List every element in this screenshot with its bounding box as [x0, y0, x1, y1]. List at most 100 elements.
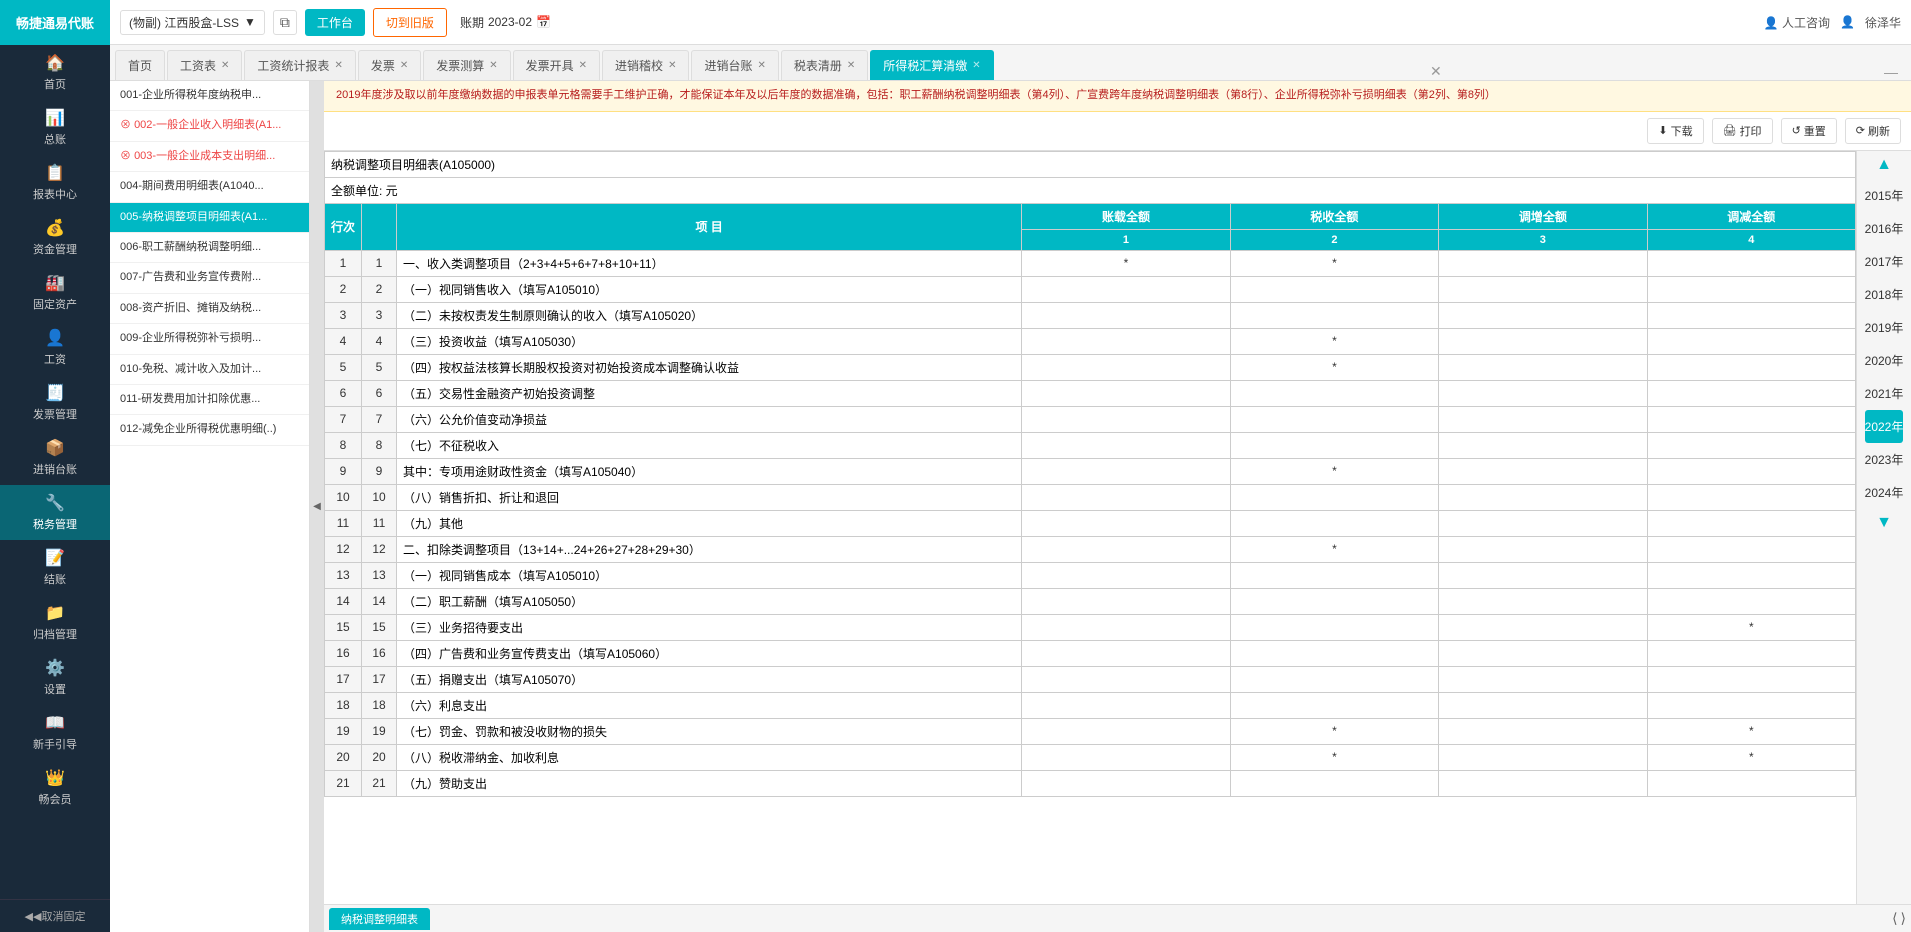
form-item-011[interactable]: 011-研发费用加计扣除优惠...: [110, 385, 309, 415]
value-cell-2[interactable]: [1230, 432, 1438, 458]
tab-close-icon[interactable]: ✕: [757, 60, 765, 71]
value-cell-2[interactable]: [1230, 302, 1438, 328]
refresh-button[interactable]: ⟳ 刷新: [1845, 118, 1901, 144]
sidebar-item-reports[interactable]: 📋 报表中心: [0, 155, 110, 210]
value-cell-2[interactable]: *: [1230, 536, 1438, 562]
form-item-007[interactable]: 007-广告费和业务宣传费附...: [110, 263, 309, 293]
tab-close-icon[interactable]: ✕: [847, 60, 855, 71]
minimize-tabs-button[interactable]: —: [1876, 64, 1906, 80]
value-cell-1[interactable]: [1022, 640, 1230, 666]
collapse-panel-button[interactable]: ◀: [310, 81, 324, 932]
value-cell-1[interactable]: [1022, 770, 1230, 796]
sidebar-item-assets[interactable]: 🏭 固定资产: [0, 265, 110, 320]
value-cell-1[interactable]: [1022, 536, 1230, 562]
tab-invoice-issue[interactable]: 发票开具✕: [513, 50, 600, 80]
form-item-004[interactable]: 004-期间费用明细表(A1040...: [110, 172, 309, 202]
value-cell-1[interactable]: [1022, 458, 1230, 484]
form-item-008[interactable]: 008-资产折旧、摊销及纳税...: [110, 294, 309, 324]
tab-close-icon[interactable]: ✕: [400, 60, 408, 71]
value-cell-3[interactable]: [1439, 458, 1647, 484]
tab-close-icon[interactable]: ✕: [668, 60, 676, 71]
value-cell-3[interactable]: [1439, 562, 1647, 588]
item-text[interactable]: （二）未按权责发生制原则确认的收入（填写A105020）: [397, 302, 1022, 328]
value-cell-4[interactable]: [1647, 276, 1855, 302]
value-cell-1[interactable]: [1022, 614, 1230, 640]
sidebar-item-archive[interactable]: 📁 归档管理: [0, 595, 110, 650]
tab-salary-stat[interactable]: 工资统计报表✕: [244, 50, 355, 80]
value-cell-4[interactable]: [1647, 250, 1855, 276]
value-cell-4[interactable]: [1647, 302, 1855, 328]
item-text[interactable]: （六）公允价值变动净损益: [397, 406, 1022, 432]
value-cell-2[interactable]: [1230, 666, 1438, 692]
year-item[interactable]: 2022年: [1865, 410, 1904, 443]
sidebar-item-guide[interactable]: 📖 新手引导: [0, 705, 110, 760]
value-cell-4[interactable]: *: [1647, 744, 1855, 770]
year-item[interactable]: 2015年: [1865, 179, 1904, 212]
value-cell-1[interactable]: [1022, 718, 1230, 744]
value-cell-4[interactable]: [1647, 770, 1855, 796]
year-up-button[interactable]: ▲: [1857, 151, 1911, 179]
company-selector[interactable]: (物副) 江西股盒-LSS ▼: [120, 10, 265, 35]
value-cell-1[interactable]: [1022, 484, 1230, 510]
sidebar-item-invoice[interactable]: 🧾 发票管理: [0, 375, 110, 430]
sidebar-item-ledger[interactable]: 📊 总账: [0, 100, 110, 155]
value-cell-2[interactable]: [1230, 484, 1438, 510]
tab-close-icon[interactable]: ✕: [334, 60, 342, 71]
value-cell-1[interactable]: [1022, 380, 1230, 406]
tab-home[interactable]: 首页: [115, 50, 165, 80]
value-cell-1[interactable]: [1022, 302, 1230, 328]
tab-purchase-ledger[interactable]: 进销台账✕: [691, 50, 778, 80]
value-cell-4[interactable]: [1647, 692, 1855, 718]
value-cell-2[interactable]: [1230, 614, 1438, 640]
item-text[interactable]: （四）按权益法核算长期股权投资对初始投资成本调整确认收益: [397, 354, 1022, 380]
item-text[interactable]: （七）不征税收入: [397, 432, 1022, 458]
value-cell-2[interactable]: [1230, 588, 1438, 614]
sidebar-item-inventory[interactable]: 📦 进销台账: [0, 430, 110, 485]
download-button[interactable]: ⬇ 下载: [1647, 118, 1703, 144]
value-cell-4[interactable]: [1647, 666, 1855, 692]
value-cell-2[interactable]: [1230, 640, 1438, 666]
year-item[interactable]: 2020年: [1865, 344, 1904, 377]
value-cell-2[interactable]: [1230, 406, 1438, 432]
value-cell-3[interactable]: [1439, 302, 1647, 328]
item-text[interactable]: 二、扣除类调整项目（13+14+...24+26+27+28+29+30）: [397, 536, 1022, 562]
value-cell-3[interactable]: [1439, 276, 1647, 302]
value-cell-3[interactable]: [1439, 510, 1647, 536]
value-cell-2[interactable]: *: [1230, 458, 1438, 484]
value-cell-1[interactable]: [1022, 510, 1230, 536]
item-text[interactable]: （五）捐赠支出（填写A105070）: [397, 666, 1022, 692]
sidebar-item-salary[interactable]: 👤 工资: [0, 320, 110, 375]
tab-invoice[interactable]: 发票✕: [358, 50, 421, 80]
tab-income-tax[interactable]: 所得税汇算清缴✕: [870, 50, 993, 80]
sidebar-item-closing[interactable]: 📝 结账: [0, 540, 110, 595]
value-cell-2[interactable]: *: [1230, 328, 1438, 354]
value-cell-3[interactable]: [1439, 770, 1647, 796]
form-item-010[interactable]: 010-免税、减计收入及加计...: [110, 355, 309, 385]
year-item[interactable]: 2021年: [1865, 377, 1904, 410]
value-cell-2[interactable]: [1230, 510, 1438, 536]
value-cell-2[interactable]: *: [1230, 250, 1438, 276]
item-text[interactable]: （九）其他: [397, 510, 1022, 536]
value-cell-3[interactable]: [1439, 432, 1647, 458]
item-text[interactable]: （九）赞助支出: [397, 770, 1022, 796]
workspace-button[interactable]: 工作台: [305, 9, 365, 36]
form-item-009[interactable]: 009-企业所得税弥补亏损明...: [110, 324, 309, 354]
year-item[interactable]: 2017年: [1865, 245, 1904, 278]
value-cell-3[interactable]: [1439, 250, 1647, 276]
form-item-012[interactable]: 012-减免企业所得税优惠明细(..): [110, 415, 309, 445]
item-text[interactable]: （三）业务招待要支出: [397, 614, 1022, 640]
tab-close-icon[interactable]: ✕: [579, 60, 587, 71]
value-cell-4[interactable]: [1647, 562, 1855, 588]
value-cell-1[interactable]: [1022, 692, 1230, 718]
old-version-button[interactable]: 切到旧版: [373, 8, 447, 37]
value-cell-1[interactable]: [1022, 588, 1230, 614]
close-all-tabs-button[interactable]: ✕: [1422, 63, 1450, 80]
value-cell-1[interactable]: [1022, 354, 1230, 380]
value-cell-3[interactable]: [1439, 718, 1647, 744]
value-cell-1[interactable]: [1022, 328, 1230, 354]
value-cell-4[interactable]: [1647, 536, 1855, 562]
value-cell-4[interactable]: [1647, 432, 1855, 458]
value-cell-2[interactable]: *: [1230, 354, 1438, 380]
copy-icon-button[interactable]: ⧉: [273, 10, 297, 35]
value-cell-4[interactable]: [1647, 458, 1855, 484]
